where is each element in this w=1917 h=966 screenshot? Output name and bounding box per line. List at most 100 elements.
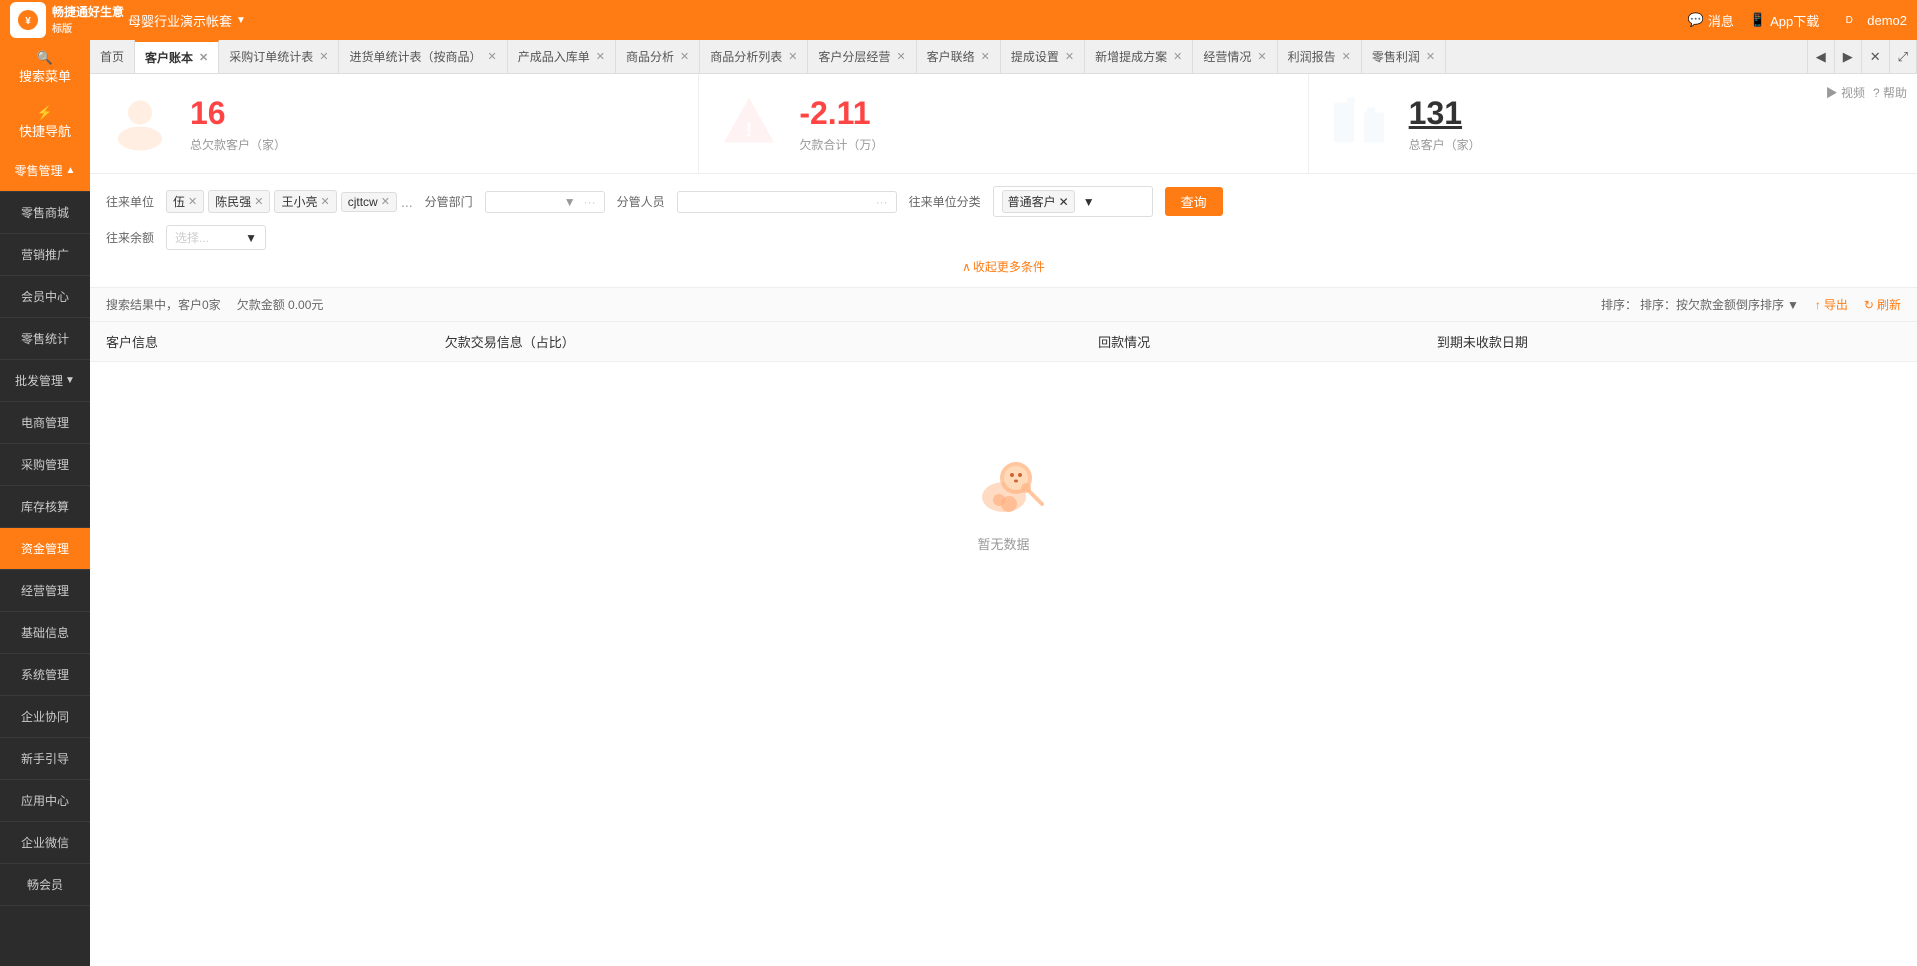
tab-product-analysis[interactable]: 商品分析 ✕ (616, 40, 700, 74)
sidebar-item-retail-stats[interactable]: 零售统计 (0, 318, 90, 360)
tab-retail-profit[interactable]: 零售利润 ✕ (1362, 40, 1446, 74)
sidebar-item-retail-mgmt[interactable]: 零售管理 ▲ (0, 150, 90, 192)
app-download-btn[interactable]: 📱 App下载 (1750, 11, 1819, 30)
remove-classify-tag[interactable]: ✕ (1059, 195, 1069, 209)
sidebar-item-purchase[interactable]: 采购管理 (0, 444, 90, 486)
tab-promotion-settings[interactable]: 提成设置 ✕ (1001, 40, 1085, 74)
message-btn[interactable]: 💬 消息 (1688, 11, 1734, 30)
sidebar-item-enterprise-wechat[interactable]: 企业微信 (0, 822, 90, 864)
branch-person-select[interactable]: ··· (677, 191, 897, 213)
user-avatar[interactable]: D demo2 (1835, 6, 1907, 34)
message-icon: 💬 (1688, 12, 1704, 28)
stats-row: 16 总欠款客户（家） ! -2.11 (90, 74, 1917, 174)
more-tags-btn[interactable]: ... (401, 194, 413, 210)
stat-value-debt: -2.11 (799, 94, 1277, 132)
tab-product-analysis-list[interactable]: 商品分析列表 ✕ (700, 40, 808, 74)
download-icon: 📱 (1750, 12, 1766, 28)
remove-tag-chen[interactable]: ✕ (254, 195, 263, 208)
sort-button[interactable]: 排序： 排序：按欠款金额倒序排序 ▼ (1601, 296, 1799, 313)
sidebar-item-system-mgmt[interactable]: 系统管理 (0, 654, 90, 696)
tab-close-retail-profit[interactable]: ✕ (1426, 50, 1435, 63)
tab-close-customer-ledger[interactable]: ✕ (199, 51, 208, 64)
sidebar-item-operations[interactable]: 经营管理 (0, 570, 90, 612)
tab-close-purchase-order[interactable]: ✕ (319, 50, 328, 63)
dept-tag-cjttcw: cjttcw ✕ (341, 192, 397, 212)
tab-product-incoming[interactable]: 产成品入库单 ✕ (508, 40, 616, 74)
remove-tag-wang[interactable]: ✕ (321, 195, 330, 208)
tab-close-achievement[interactable]: ✕ (1173, 50, 1182, 63)
tab-close-promotion[interactable]: ✕ (1065, 50, 1074, 63)
tab-close-all-btn[interactable]: ✕ (1862, 40, 1890, 74)
collapse-btn[interactable]: ∧ 收起更多条件 (962, 258, 1045, 275)
tab-operations-situation[interactable]: 经营情况 ✕ (1193, 40, 1277, 74)
sidebar-item-finance[interactable]: 资金管理 (0, 528, 90, 570)
tab-purchase-order-stats[interactable]: 采购订单统计表 ✕ (219, 40, 339, 74)
amount-select[interactable]: 选择... ▼ (166, 225, 266, 250)
content-area: 首页 客户账本 ✕ 采购订单统计表 ✕ 进货单统计表（按商品） ✕ (90, 40, 1917, 966)
sidebar-item-app-center[interactable]: 应用中心 (0, 780, 90, 822)
dept-tag-wang: 王小亮 ✕ (274, 190, 336, 213)
sidebar-item-member-pro[interactable]: 畅会员 (0, 864, 90, 906)
sidebar-item-wholesale-mgmt[interactable]: 批发管理 ▼ (0, 360, 90, 402)
help-btn[interactable]: ? 帮助 (1873, 84, 1907, 101)
tab-close-purchase-stats[interactable]: ✕ (488, 50, 497, 63)
avatar: D (1835, 6, 1863, 34)
empty-icon (964, 442, 1044, 522)
sidebar-item-new-guide[interactable]: 新手引导 (0, 738, 90, 780)
tab-close-segment[interactable]: ✕ (896, 50, 905, 63)
dept-tag-wu: 伍 ✕ (166, 190, 204, 213)
sidebar-item-member-center[interactable]: 会员中心 (0, 276, 90, 318)
chevron-down-icon: ▼ (65, 375, 75, 386)
tab-prev-btn[interactable]: ◀ (1808, 40, 1835, 74)
top-bar: ¥ 畅捷通好生意 标版 母婴行业演示帐套 ▼ 💬 消息 📱 App下载 (0, 0, 1917, 40)
sidebar-search[interactable]: 🔍 搜索菜单 (0, 40, 90, 95)
tab-home[interactable]: 首页 (90, 40, 135, 74)
tab-close-profit-report[interactable]: ✕ (1342, 50, 1351, 63)
sidebar-item-inventory[interactable]: 库存核算 (0, 486, 90, 528)
video-help-btn[interactable]: ▶ 视频 (1826, 84, 1865, 101)
top-bar-right: 💬 消息 📱 App下载 D demo2 (1688, 6, 1907, 34)
tab-next-btn[interactable]: ▶ (1835, 40, 1862, 74)
tab-close-product-analysis[interactable]: ✕ (680, 50, 689, 63)
tab-customer-ledger[interactable]: 客户账本 ✕ (135, 40, 219, 74)
workspace-selector[interactable]: 母婴行业演示帐套 ▼ (128, 11, 246, 30)
export-button[interactable]: ↑ 导出 (1815, 296, 1848, 313)
tab-profit-report[interactable]: 利润报告 ✕ (1278, 40, 1362, 74)
tab-expand-btn[interactable]: ⤢ (1890, 40, 1917, 74)
tab-add-achievement[interactable]: 新增提成方案 ✕ (1085, 40, 1193, 74)
dept-filter-label: 往来单位 (106, 193, 154, 210)
empty-state-row: 暂无数据 (90, 362, 1917, 634)
sidebar-item-ecommerce[interactable]: 电商管理 (0, 402, 90, 444)
tab-purchase-stats-product[interactable]: 进货单统计表（按商品） ✕ (339, 40, 507, 74)
sidebar-item-marketing[interactable]: 营销推广 (0, 234, 90, 276)
filter-area: 往来单位 伍 ✕ 陈民强 ✕ 王小亮 (90, 174, 1917, 288)
sort-arrow-icon: ▼ (1787, 298, 1799, 312)
stat-value-customers: 16 (190, 94, 668, 132)
branch-dept-select[interactable]: ▼ ··· (485, 191, 605, 213)
ellipsis-btn: ··· (876, 195, 888, 209)
tab-close-connect[interactable]: ✕ (981, 50, 990, 63)
tab-close-operations[interactable]: ✕ (1257, 50, 1266, 63)
tab-customer-connect[interactable]: 客户联络 ✕ (917, 40, 1001, 74)
sort-icon: 排序： (1601, 296, 1637, 313)
classify-tag-normal: 普通客户 ✕ (1002, 190, 1075, 213)
classify-label: 往来单位分类 (909, 193, 981, 210)
sidebar: 🔍 搜索菜单 ⚡ 快捷导航 零售管理 ▲ 零售商城 营销推广 会员中心 零售统计 (0, 40, 90, 966)
tab-close-product-analysis-list[interactable]: ✕ (788, 50, 797, 63)
tab-bar-controls: ◀ ▶ ✕ ⤢ (1807, 40, 1917, 74)
sidebar-item-enterprise[interactable]: 企业协同 (0, 696, 90, 738)
query-button[interactable]: 查询 (1165, 187, 1223, 216)
empty-text: 暂无数据 (977, 534, 1029, 553)
tab-close-product-incoming[interactable]: ✕ (596, 50, 605, 63)
refresh-button[interactable]: ↻ 刷新 (1864, 296, 1901, 313)
remove-tag-cjttcw[interactable]: ✕ (381, 195, 390, 208)
remove-tag-wu[interactable]: ✕ (188, 195, 197, 208)
sidebar-item-retail-mall[interactable]: 零售商城 (0, 192, 90, 234)
sidebar-quick-nav[interactable]: ⚡ 快捷导航 (0, 95, 90, 150)
chevron-down-icon: ▼ (245, 231, 257, 245)
col-customer-info: 客户信息 (90, 322, 429, 362)
classify-select[interactable]: 普通客户 ✕ ▼ (993, 186, 1153, 217)
tab-customer-segment[interactable]: 客户分层经营 ✕ (808, 40, 916, 74)
sidebar-item-basic-info[interactable]: 基础信息 (0, 612, 90, 654)
chevron-icon: ▲ (66, 165, 76, 176)
